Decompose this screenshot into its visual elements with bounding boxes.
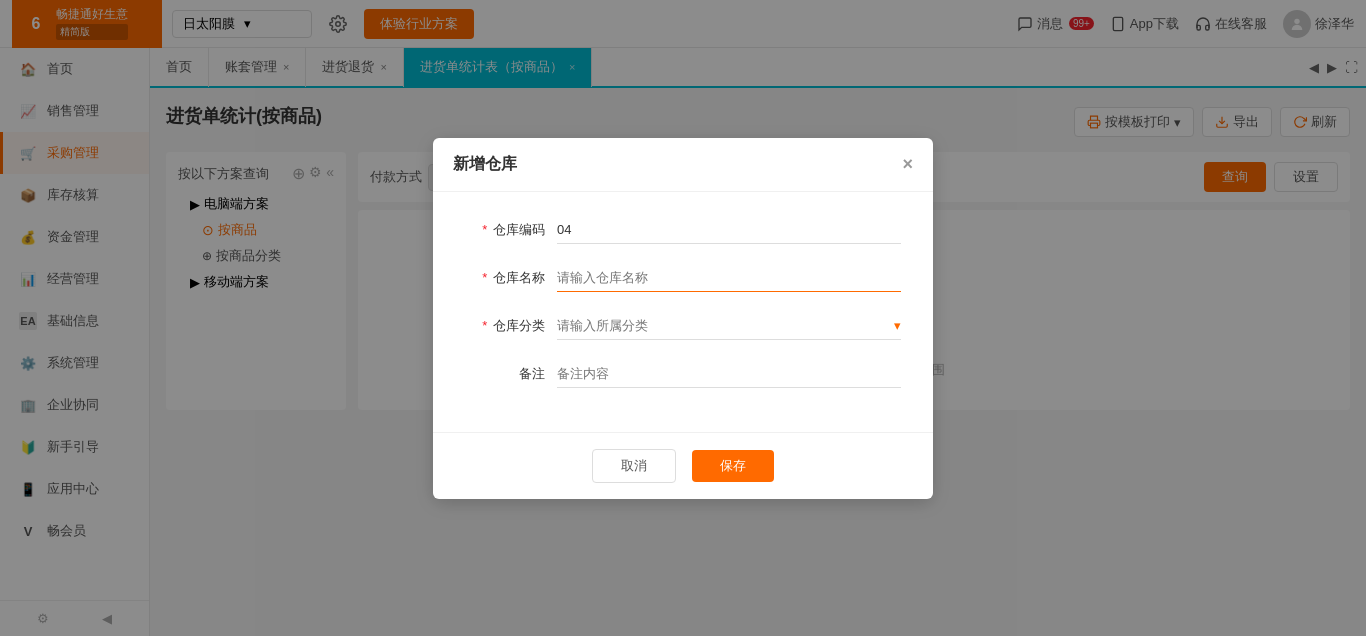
dialog-body: * 仓库编码 * 仓库名称 * 仓库分类: [433, 192, 933, 432]
name-required-star: *: [482, 270, 487, 285]
code-required-star: *: [482, 222, 487, 237]
category-select[interactable]: ▾: [557, 312, 901, 340]
dialog-close-button[interactable]: ×: [902, 154, 913, 175]
category-required-star: *: [482, 318, 487, 333]
dialog-new-warehouse: 新增仓库 × * 仓库编码 * 仓库名称: [433, 138, 933, 499]
category-arrow-icon: ▾: [894, 318, 901, 333]
code-input[interactable]: [557, 216, 901, 244]
dialog-header: 新增仓库 ×: [433, 138, 933, 192]
note-label: 备注: [465, 365, 545, 383]
note-input[interactable]: [557, 360, 901, 388]
form-row-note: 备注: [465, 360, 901, 388]
category-label: * 仓库分类: [465, 317, 545, 335]
name-input[interactable]: [557, 264, 901, 292]
form-row-category: * 仓库分类 ▾: [465, 312, 901, 340]
form-row-name: * 仓库名称: [465, 264, 901, 292]
name-label: * 仓库名称: [465, 269, 545, 287]
cancel-button[interactable]: 取消: [592, 449, 676, 483]
overlay: 新增仓库 × * 仓库编码 * 仓库名称: [0, 0, 1366, 636]
dialog-title: 新增仓库: [453, 154, 517, 175]
form-row-code: * 仓库编码: [465, 216, 901, 244]
dialog-footer: 取消 保存: [433, 432, 933, 499]
code-label: * 仓库编码: [465, 221, 545, 239]
save-button[interactable]: 保存: [692, 450, 774, 482]
category-input[interactable]: [557, 312, 894, 339]
